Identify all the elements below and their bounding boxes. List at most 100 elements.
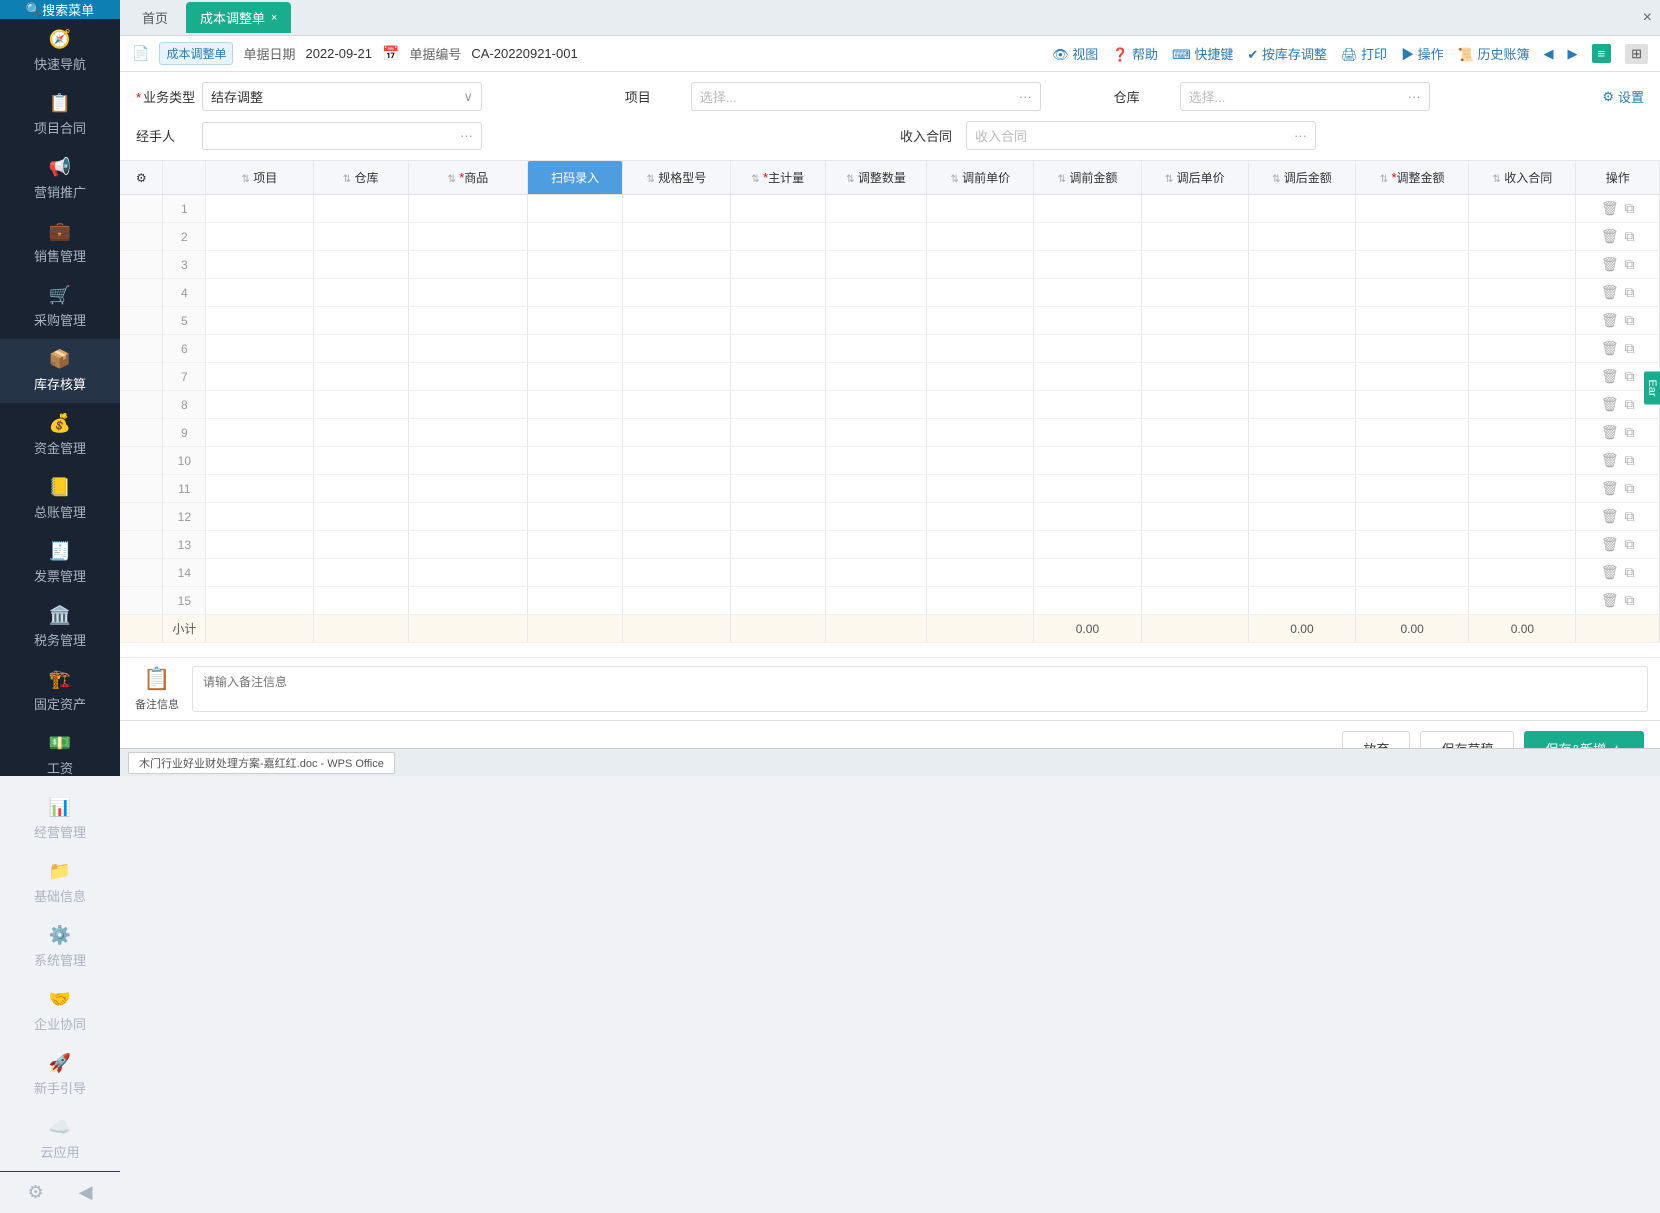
- row-after-amount-1[interactable]: [1248, 195, 1355, 223]
- row-after-amount-12[interactable]: [1248, 503, 1355, 531]
- row-product-4[interactable]: [408, 279, 527, 307]
- row-spec-1[interactable]: [623, 195, 730, 223]
- row-delete-8[interactable]: 🗑: [1601, 396, 1619, 413]
- sidebar-item-tax-mgmt[interactable]: 🏛️ 税务管理: [0, 595, 120, 659]
- row-spec-15[interactable]: [623, 587, 730, 615]
- row-project-11[interactable]: [206, 475, 313, 503]
- row-adj-qty-10[interactable]: [825, 447, 926, 475]
- row-after-price-2[interactable]: [1141, 223, 1248, 251]
- row-after-amount-15[interactable]: [1248, 587, 1355, 615]
- row-scan-5[interactable]: [527, 307, 622, 335]
- row-project-14[interactable]: [206, 559, 313, 587]
- col-project[interactable]: ⇅ 项目: [206, 161, 313, 195]
- row-project-5[interactable]: [206, 307, 313, 335]
- row-income-contract-2[interactable]: [1469, 223, 1576, 251]
- row-adj-qty-9[interactable]: [825, 419, 926, 447]
- row-before-amount-6[interactable]: [1034, 335, 1141, 363]
- row-warehouse-8[interactable]: [313, 391, 408, 419]
- row-unit-12[interactable]: [730, 503, 825, 531]
- row-adj-qty-6[interactable]: [825, 335, 926, 363]
- row-spec-10[interactable]: [623, 447, 730, 475]
- row-adj-qty-1[interactable]: [825, 195, 926, 223]
- row-adj-qty-5[interactable]: [825, 307, 926, 335]
- row-before-price-11[interactable]: [927, 475, 1034, 503]
- col-income-contract[interactable]: ⇅ 收入合同: [1469, 161, 1576, 195]
- row-project-13[interactable]: [206, 531, 313, 559]
- row-after-amount-11[interactable]: [1248, 475, 1355, 503]
- col-spec[interactable]: ⇅ 规格型号: [623, 161, 730, 195]
- row-after-amount-9[interactable]: [1248, 419, 1355, 447]
- row-project-2[interactable]: [206, 223, 313, 251]
- col-after-amount[interactable]: ⇅ 调后金额: [1248, 161, 1355, 195]
- row-after-amount-5[interactable]: [1248, 307, 1355, 335]
- row-before-price-13[interactable]: [927, 531, 1034, 559]
- row-after-amount-10[interactable]: [1248, 447, 1355, 475]
- row-after-amount-2[interactable]: [1248, 223, 1355, 251]
- row-warehouse-1[interactable]: [313, 195, 408, 223]
- row-copy-7[interactable]: ⧉: [1625, 368, 1635, 385]
- row-spec-8[interactable]: [623, 391, 730, 419]
- row-warehouse-11[interactable]: [313, 475, 408, 503]
- row-warehouse-6[interactable]: [313, 335, 408, 363]
- row-project-3[interactable]: [206, 251, 313, 279]
- operation-btn[interactable]: ▶ 操作: [1401, 44, 1444, 63]
- row-copy-6[interactable]: ⧉: [1625, 340, 1635, 357]
- row-product-10[interactable]: [408, 447, 527, 475]
- row-after-price-6[interactable]: [1141, 335, 1248, 363]
- row-scan-14[interactable]: [527, 559, 622, 587]
- row-after-amount-4[interactable]: [1248, 279, 1355, 307]
- row-adj-amount-11[interactable]: [1356, 475, 1469, 503]
- row-scan-6[interactable]: [527, 335, 622, 363]
- row-warehouse-3[interactable]: [313, 251, 408, 279]
- row-unit-10[interactable]: [730, 447, 825, 475]
- row-after-price-1[interactable]: [1141, 195, 1248, 223]
- row-copy-2[interactable]: ⧉: [1625, 228, 1635, 245]
- row-warehouse-4[interactable]: [313, 279, 408, 307]
- col-adj-qty[interactable]: ⇅ 调整数量: [825, 161, 926, 195]
- row-after-amount-14[interactable]: [1248, 559, 1355, 587]
- row-copy-9[interactable]: ⧉: [1625, 424, 1635, 441]
- row-warehouse-12[interactable]: [313, 503, 408, 531]
- row-project-4[interactable]: [206, 279, 313, 307]
- row-adj-qty-8[interactable]: [825, 391, 926, 419]
- row-delete-12[interactable]: 🗑: [1601, 508, 1619, 525]
- sidebar-item-fixed-assets[interactable]: 🏗️ 固定资产: [0, 659, 120, 723]
- row-before-amount-11[interactable]: [1034, 475, 1141, 503]
- row-adj-qty-7[interactable]: [825, 363, 926, 391]
- sidebar-item-inventory[interactable]: 📦 库存核算: [0, 339, 120, 403]
- row-product-5[interactable]: [408, 307, 527, 335]
- row-spec-9[interactable]: [623, 419, 730, 447]
- row-before-price-9[interactable]: [927, 419, 1034, 447]
- row-delete-9[interactable]: 🗑: [1601, 424, 1619, 441]
- row-unit-13[interactable]: [730, 531, 825, 559]
- row-after-price-8[interactable]: [1141, 391, 1248, 419]
- row-income-contract-10[interactable]: [1469, 447, 1576, 475]
- sidebar-item-basic-info[interactable]: 📁 基础信息: [0, 851, 120, 915]
- sidebar-item-ops-mgmt[interactable]: 📊 经营管理: [0, 787, 120, 851]
- row-scan-2[interactable]: [527, 223, 622, 251]
- row-adj-amount-9[interactable]: [1356, 419, 1469, 447]
- row-income-contract-7[interactable]: [1469, 363, 1576, 391]
- row-spec-12[interactable]: [623, 503, 730, 531]
- tab-cost-adjust[interactable]: 成本调整单×: [186, 2, 291, 33]
- row-after-amount-6[interactable]: [1248, 335, 1355, 363]
- row-before-price-3[interactable]: [927, 251, 1034, 279]
- row-project-10[interactable]: [206, 447, 313, 475]
- sidebar-item-sales-promo[interactable]: 📢 营销推广: [0, 147, 120, 211]
- row-scan-4[interactable]: [527, 279, 622, 307]
- row-before-amount-3[interactable]: [1034, 251, 1141, 279]
- row-income-contract-4[interactable]: [1469, 279, 1576, 307]
- remarks-input[interactable]: [192, 666, 1648, 712]
- row-income-contract-5[interactable]: [1469, 307, 1576, 335]
- row-scan-12[interactable]: [527, 503, 622, 531]
- settings-icon[interactable]: ⚙: [28, 1182, 44, 1203]
- row-spec-14[interactable]: [623, 559, 730, 587]
- row-warehouse-13[interactable]: [313, 531, 408, 559]
- warehouse-input[interactable]: 选择... ···: [1180, 82, 1430, 111]
- row-income-contract-11[interactable]: [1469, 475, 1576, 503]
- row-delete-5[interactable]: 🗑: [1601, 312, 1619, 329]
- row-unit-14[interactable]: [730, 559, 825, 587]
- row-adj-qty-2[interactable]: [825, 223, 926, 251]
- row-after-price-9[interactable]: [1141, 419, 1248, 447]
- row-adj-amount-12[interactable]: [1356, 503, 1469, 531]
